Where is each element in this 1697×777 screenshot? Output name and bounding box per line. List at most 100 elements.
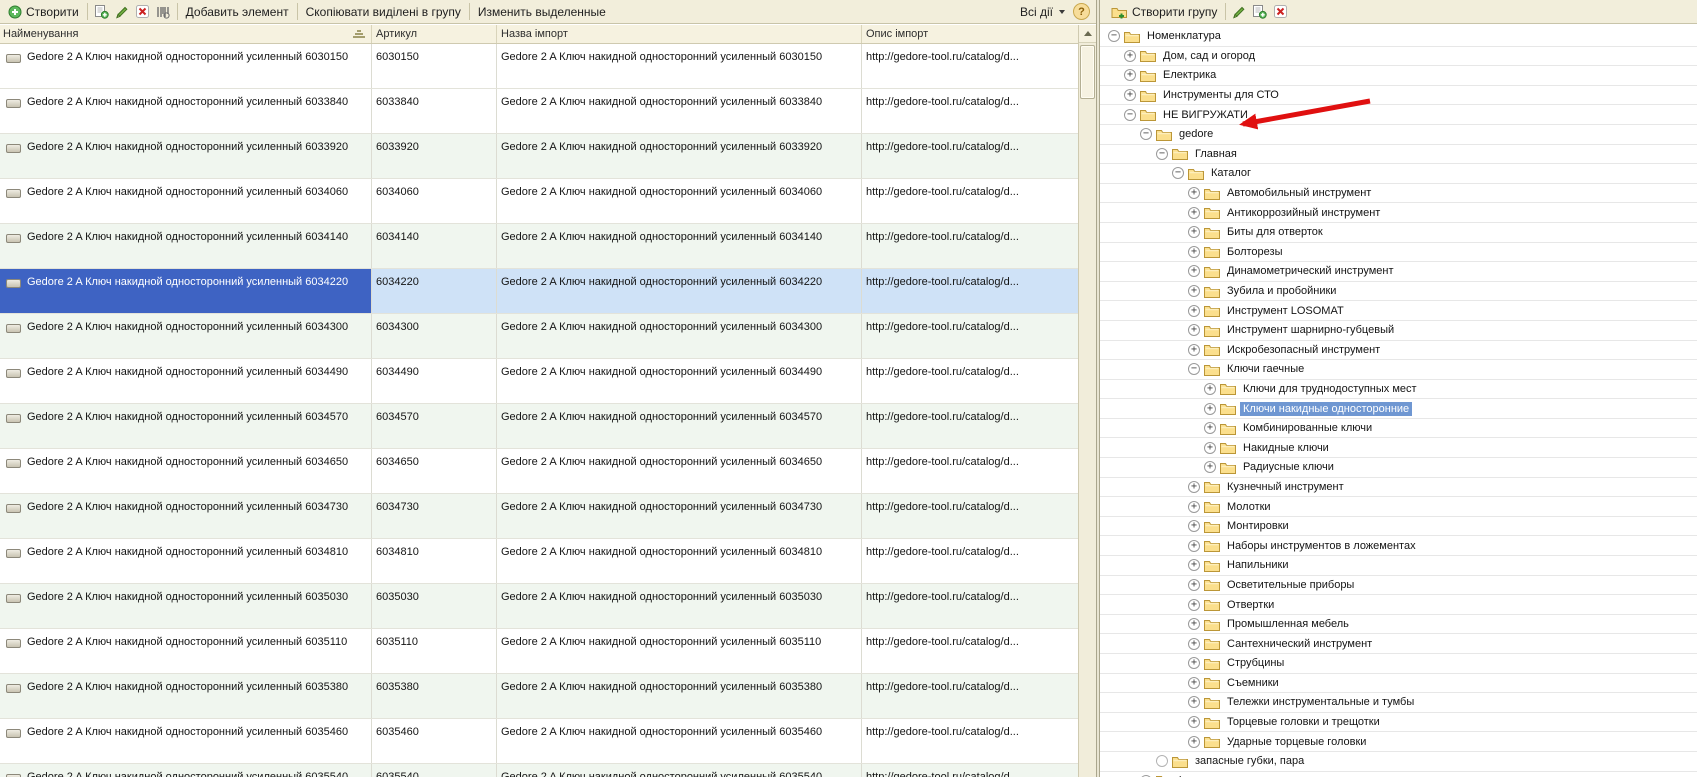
expander-icon[interactable]: + <box>1188 245 1200 258</box>
tree-item-label[interactable]: Главная <box>1192 147 1240 161</box>
delete-button[interactable] <box>132 2 153 21</box>
tree-item[interactable]: + Накидные ключи <box>1100 438 1697 459</box>
tree-item[interactable]: + Торцевые головки и трещотки <box>1100 713 1697 733</box>
tree-item[interactable]: − НЕ ВИГРУЖАТИ <box>1100 105 1697 125</box>
expander-icon[interactable]: + <box>1188 637 1200 650</box>
tree-item[interactable]: + Дом, сад и огород <box>1100 47 1697 67</box>
tree-item[interactable]: + Струбцины <box>1100 654 1697 674</box>
tree-item[interactable]: + Ударные торцевые головки <box>1100 732 1697 752</box>
expander-icon[interactable]: + <box>1188 657 1200 670</box>
table-row[interactable]: Gedore 2 A Ключ накидной односторонний у… <box>0 269 1078 314</box>
expander-icon[interactable]: − <box>1172 167 1184 180</box>
table-row[interactable]: Gedore 2 A Ключ накидной односторонний у… <box>0 764 1078 777</box>
table-row[interactable]: Gedore 2 A Ключ накидной односторонний у… <box>0 89 1078 134</box>
expander-icon[interactable]: + <box>1188 716 1200 729</box>
tree-item-label[interactable]: Автомобильный инструмент <box>1224 186 1374 200</box>
table-row[interactable]: Gedore 2 A Ключ накидной односторонний у… <box>0 134 1078 179</box>
tree-item[interactable]: + Инструмент LOSOMAT <box>1100 301 1697 321</box>
expander-icon[interactable]: + <box>1188 226 1200 239</box>
tree-item-label[interactable]: Струбцины <box>1224 656 1287 670</box>
expander-icon[interactable]: + <box>1188 696 1200 709</box>
expander-icon[interactable]: − <box>1108 30 1120 43</box>
column-header-import-name[interactable]: Назва імпорт <box>497 25 862 43</box>
tree-item-label[interactable]: Инструмент шарнирно-губцевый <box>1224 323 1397 337</box>
tree-item[interactable]: + juco <box>1100 772 1697 777</box>
table-row[interactable]: Gedore 2 A Ключ накидной односторонний у… <box>0 719 1078 764</box>
tree-item-label[interactable]: Каталог <box>1208 166 1254 180</box>
expander-icon[interactable]: + <box>1188 676 1200 689</box>
tree-item-label[interactable]: Динамометрический инструмент <box>1224 264 1397 278</box>
tree-item-label[interactable]: Радиусные ключи <box>1240 460 1337 474</box>
tree-item[interactable]: + Инструменты для СТО <box>1100 86 1697 106</box>
tree-item-label[interactable]: gedore <box>1176 127 1216 141</box>
edit-selected-button[interactable]: Изменить выделенные <box>473 3 611 21</box>
tree-item[interactable]: + Ключи для труднодоступных мест <box>1100 380 1697 400</box>
tree-item[interactable]: − Каталог <box>1100 164 1697 184</box>
tree-item[interactable]: + Инструмент шарнирно-губцевый <box>1100 321 1697 341</box>
tree-item[interactable]: + Болторезы <box>1100 243 1697 263</box>
expander-icon[interactable]: + <box>1188 187 1200 200</box>
expander-icon[interactable]: + <box>1188 618 1200 631</box>
tree-item[interactable]: + Тележки инструментальные и тумбы <box>1100 693 1697 713</box>
expander-icon[interactable]: + <box>1204 422 1216 435</box>
tree-item[interactable]: − Ключи гаечные <box>1100 360 1697 380</box>
column-header-import-desc[interactable]: Опис імпорт <box>862 25 1078 43</box>
tree-item-label[interactable]: Отвертки <box>1224 598 1277 612</box>
tree-delete-button[interactable] <box>1270 2 1291 21</box>
all-actions-button[interactable]: Всі дії <box>1015 3 1070 21</box>
tree-item-label[interactable]: Електрика <box>1160 68 1219 82</box>
copy-new-button[interactable] <box>91 2 112 21</box>
tree-item-label[interactable]: Биты для отверток <box>1224 225 1326 239</box>
expander-icon[interactable]: + <box>1188 539 1200 552</box>
tree-item[interactable]: запасные губки, пара <box>1100 752 1697 772</box>
tree-item-label[interactable]: Искробезопасный инструмент <box>1224 343 1383 357</box>
table-row[interactable]: Gedore 2 A Ключ накидной односторонний у… <box>0 404 1078 449</box>
tree-item[interactable]: − Номенклатура <box>1100 27 1697 47</box>
tree-item[interactable]: + Биты для отверток <box>1100 223 1697 243</box>
tree-item[interactable]: − gedore <box>1100 125 1697 145</box>
tree-item[interactable]: + Кузнечный инструмент <box>1100 478 1697 498</box>
expander-icon[interactable]: + <box>1188 735 1200 748</box>
expander-icon[interactable]: + <box>1188 265 1200 278</box>
create-group-button[interactable]: Створити групу <box>1106 3 1222 21</box>
expander-icon[interactable]: + <box>1124 49 1136 62</box>
tree-item[interactable]: − Главная <box>1100 145 1697 165</box>
tree-item[interactable]: + Монтировки <box>1100 517 1697 537</box>
tree-item[interactable]: + Промышленная мебель <box>1100 615 1697 635</box>
expander-icon[interactable]: − <box>1156 147 1168 160</box>
tree-item[interactable]: + Комбинированные ключи <box>1100 419 1697 439</box>
table-row[interactable]: Gedore 2 A Ключ накидной односторонний у… <box>0 359 1078 404</box>
expander-icon[interactable]: + <box>1188 324 1200 337</box>
tree-item-label[interactable]: Ключи для труднодоступных мест <box>1240 382 1420 396</box>
tree-item-label[interactable]: Осветительные приборы <box>1224 578 1357 592</box>
tree-item-label[interactable]: Тележки инструментальные и тумбы <box>1224 695 1417 709</box>
table-row[interactable]: Gedore 2 A Ключ накидной односторонний у… <box>0 449 1078 494</box>
tree-item-label[interactable]: Комбинированные ключи <box>1240 421 1375 435</box>
column-header-article[interactable]: Артикул <box>372 25 497 43</box>
tree-item[interactable]: + Динамометрический инструмент <box>1100 262 1697 282</box>
expander-icon[interactable]: + <box>1188 343 1200 356</box>
copy-selected-to-group-button[interactable]: Скопіювати виділені в групу <box>301 3 466 21</box>
tree-item[interactable]: + Осветительные приборы <box>1100 576 1697 596</box>
tree-item-label[interactable]: Антикоррозийный инструмент <box>1224 206 1383 220</box>
edit-button[interactable] <box>112 3 132 21</box>
tree-item-label[interactable]: Торцевые головки и трещотки <box>1224 715 1383 729</box>
expander-icon[interactable]: + <box>1204 402 1216 415</box>
table-row[interactable]: Gedore 2 A Ключ накидной односторонний у… <box>0 314 1078 359</box>
tree-item[interactable]: + Ключи накидные односторонние <box>1100 399 1697 419</box>
tree-item-label[interactable]: Номенклатура <box>1144 29 1224 43</box>
table-row[interactable]: Gedore 2 A Ключ накидной односторонний у… <box>0 44 1078 89</box>
tree-item-label[interactable]: НЕ ВИГРУЖАТИ <box>1160 108 1251 122</box>
expander-icon[interactable]: + <box>1188 206 1200 219</box>
tree-item[interactable]: + Антикоррозийный инструмент <box>1100 203 1697 223</box>
expander-icon[interactable] <box>1156 755 1168 768</box>
scrollbar-thumb[interactable] <box>1080 45 1095 99</box>
barcode-button[interactable] <box>153 3 174 21</box>
expander-icon[interactable]: + <box>1204 461 1216 474</box>
tree-item[interactable]: + Зубила и пробойники <box>1100 282 1697 302</box>
tree-item-label[interactable]: Зубила и пробойники <box>1224 284 1339 298</box>
expander-icon[interactable]: − <box>1188 363 1200 376</box>
tree-item[interactable]: + Автомобильный инструмент <box>1100 184 1697 204</box>
table-row[interactable]: Gedore 2 A Ключ накидной односторонний у… <box>0 584 1078 629</box>
tree-item[interactable]: + Искробезопасный инструмент <box>1100 341 1697 361</box>
